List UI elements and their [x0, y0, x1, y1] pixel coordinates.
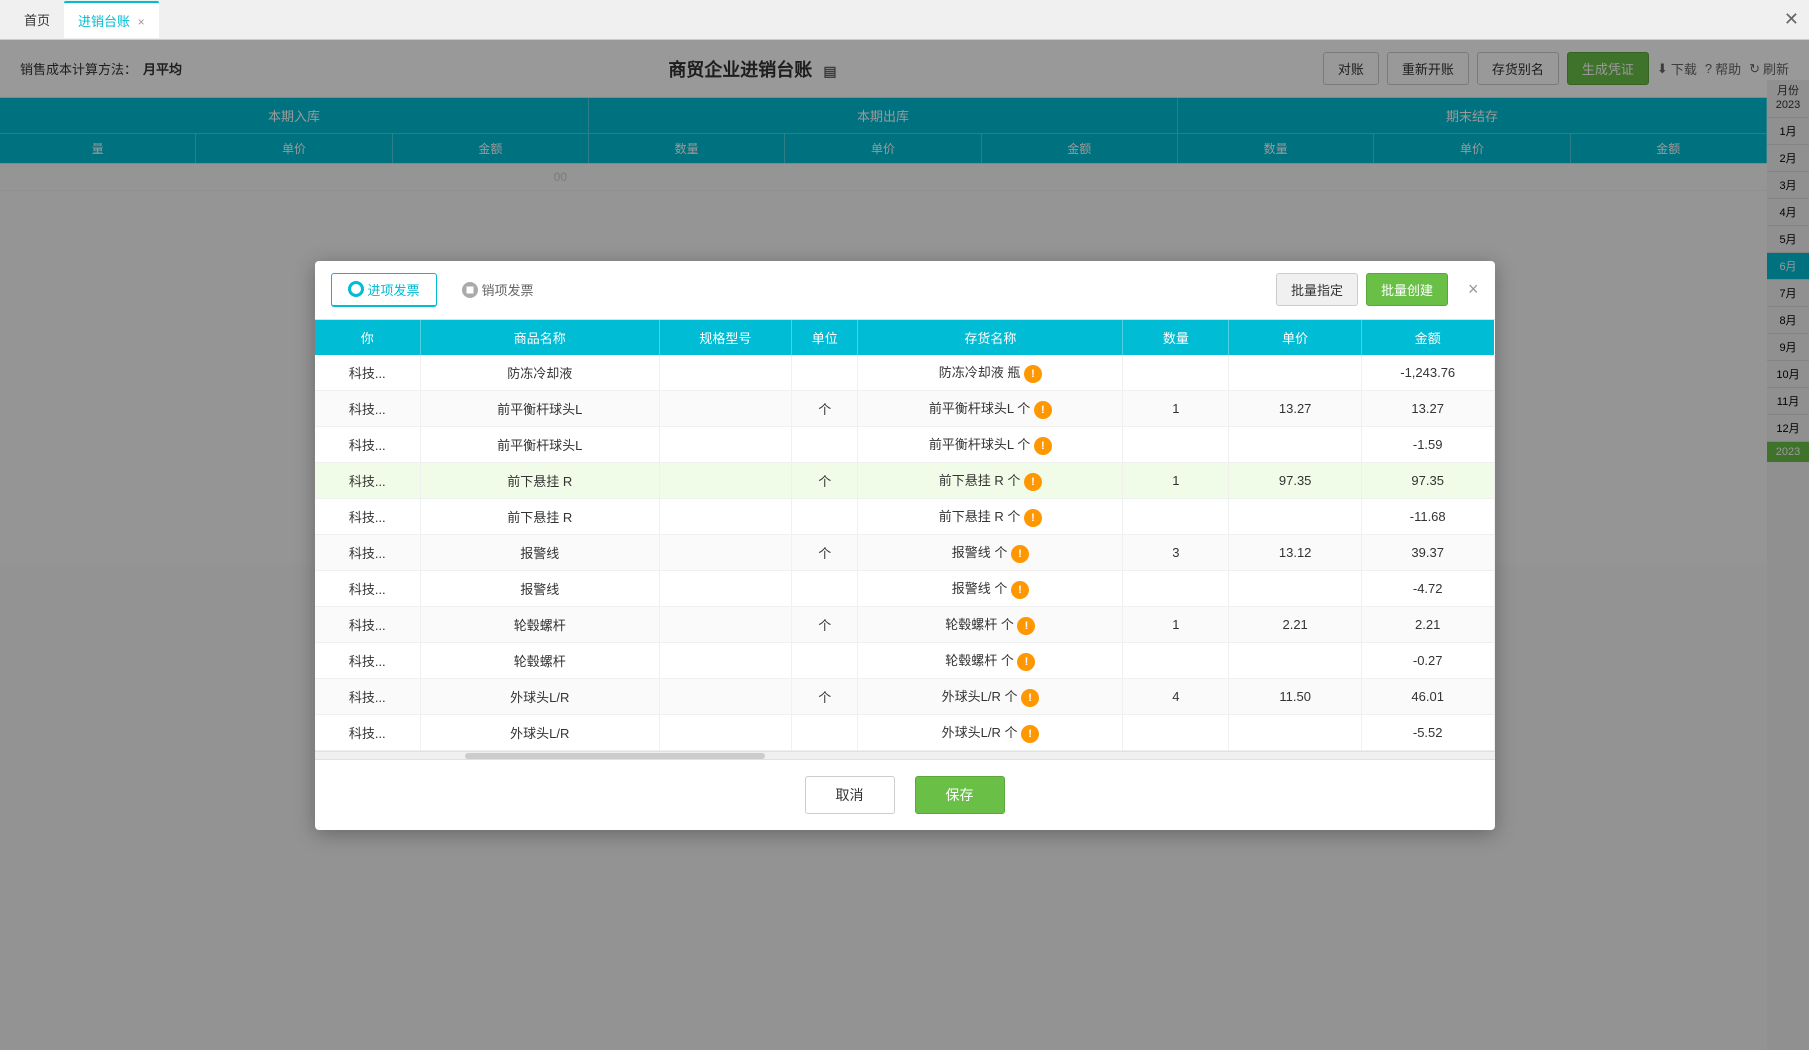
table-row: 科技...轮毂螺杆轮毂螺杆 个 !-0.27 [315, 642, 1495, 678]
table-header-row: 你 商品名称 规格型号 单位 存货名称 数量 单价 金额 [315, 320, 1495, 355]
modal-body: 你 商品名称 规格型号 单位 存货名称 数量 单价 金额 科技...防冻冷却液防… [315, 320, 1495, 751]
tab-bar: 首页 进销台账 × ✕ [0, 0, 1809, 40]
warning-icon[interactable]: ! [1021, 725, 1039, 743]
warning-icon[interactable]: ! [1017, 617, 1035, 635]
save-button[interactable]: 保存 [915, 776, 1005, 814]
warning-icon[interactable]: ! [1024, 365, 1042, 383]
th-inventory-name: 存货名称 [858, 320, 1123, 355]
th-qty: 数量 [1123, 320, 1229, 355]
modal-header: 进项发票 销项发票 批量指定 批量创建 × [315, 261, 1495, 320]
sale-tab-icon [462, 282, 478, 298]
table-row: 科技...前平衡杆球头L个前平衡杆球头L 个 !113.2713.27 [315, 390, 1495, 426]
table-row: 科技...报警线报警线 个 !-4.72 [315, 570, 1495, 606]
cancel-button[interactable]: 取消 [805, 776, 895, 814]
purchase-tab-icon [348, 281, 364, 297]
warning-icon[interactable]: ! [1021, 689, 1039, 707]
warning-icon[interactable]: ! [1017, 653, 1035, 671]
table-row: 科技...前下悬挂 R前下悬挂 R 个 !-11.68 [315, 498, 1495, 534]
modal-close-button[interactable]: × [1468, 279, 1479, 300]
modal-dialog: 进项发票 销项发票 批量指定 批量创建 × [315, 261, 1495, 830]
th-unit: 单位 [792, 320, 858, 355]
warning-icon[interactable]: ! [1011, 545, 1029, 563]
warning-icon[interactable]: ! [1034, 437, 1052, 455]
table-row: 科技...外球头L/R外球头L/R 个 !-5.52 [315, 714, 1495, 750]
warning-icon[interactable]: ! [1024, 473, 1042, 491]
tab-journal[interactable]: 进销台账 × [64, 1, 159, 38]
modal-actions: 批量指定 批量创建 [1276, 273, 1448, 306]
main-area: 销售成本计算方法： 月平均 商贸企业进销台账 ▤ 对账 重新开账 存货别名 生成… [0, 40, 1809, 1050]
th-amount: 金额 [1361, 320, 1494, 355]
table-row: 科技...前下悬挂 R个前下悬挂 R 个 !197.3597.35 [315, 462, 1495, 498]
batch-assign-button[interactable]: 批量指定 [1276, 273, 1358, 306]
invoice-table: 你 商品名称 规格型号 单位 存货名称 数量 单价 金额 科技...防冻冷却液防… [315, 320, 1495, 751]
modal-scrollbar[interactable] [315, 751, 1495, 759]
modal-footer: 取消 保存 [315, 759, 1495, 830]
table-row: 科技...报警线个报警线 个 !313.1239.37 [315, 534, 1495, 570]
modal-overlay: 进项发票 销项发票 批量指定 批量创建 × [0, 40, 1809, 1050]
th-product-name: 商品名称 [421, 320, 660, 355]
table-row: 科技...前平衡杆球头L前平衡杆球头L 个 !-1.59 [315, 426, 1495, 462]
warning-icon[interactable]: ! [1034, 401, 1052, 419]
warning-icon[interactable]: ! [1024, 509, 1042, 527]
window-close-icon[interactable]: ✕ [1784, 9, 1799, 30]
batch-create-button[interactable]: 批量创建 [1366, 273, 1448, 306]
th-company: 你 [315, 320, 421, 355]
th-spec: 规格型号 [659, 320, 792, 355]
th-unit-price: 单价 [1229, 320, 1362, 355]
tab-purchase-invoice[interactable]: 进项发票 [331, 273, 437, 307]
table-row: 科技...防冻冷却液防冻冷却液 瓶 !-1,243.76 [315, 355, 1495, 391]
table-row: 科技...轮毂螺杆个轮毂螺杆 个 !12.212.21 [315, 606, 1495, 642]
modal-scrollbar-thumb[interactable] [465, 753, 765, 759]
table-row: 科技...外球头L/R个外球头L/R 个 !411.5046.01 [315, 678, 1495, 714]
tab-sale-invoice[interactable]: 销项发票 [445, 273, 551, 306]
warning-icon[interactable]: ! [1011, 581, 1029, 599]
tab-close-journal[interactable]: × [138, 15, 145, 29]
tab-home[interactable]: 首页 [10, 2, 64, 37]
